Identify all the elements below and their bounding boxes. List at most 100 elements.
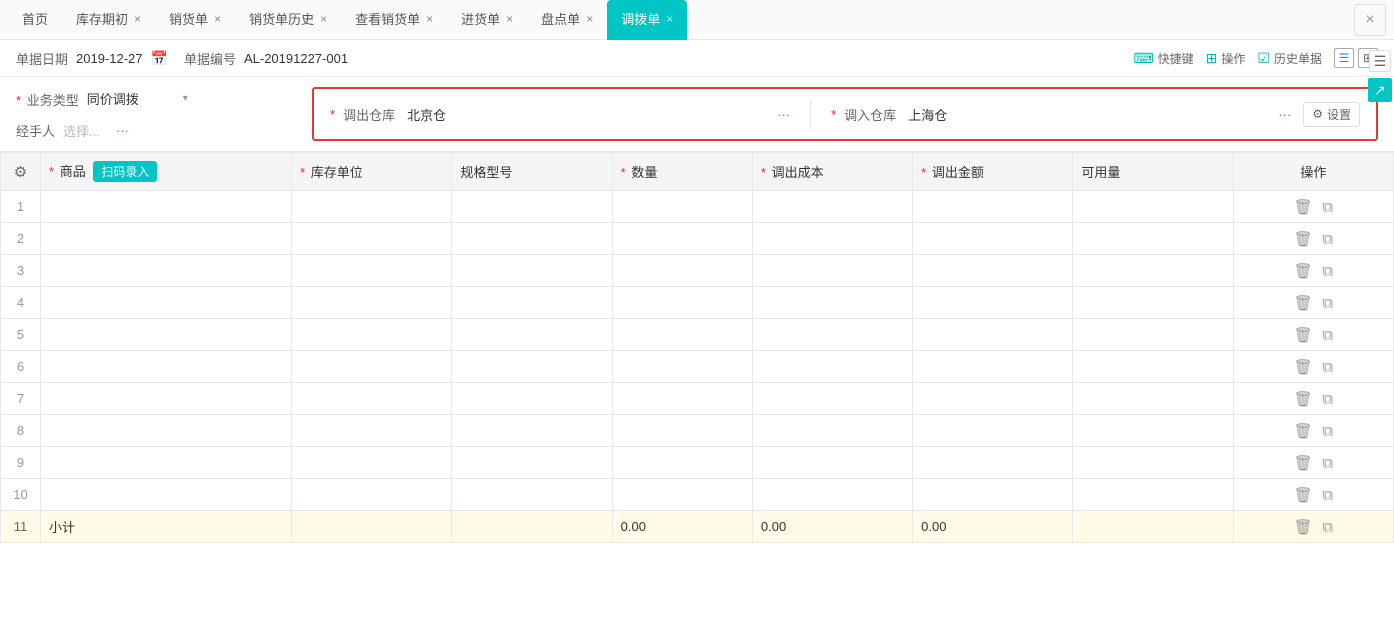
row-spec[interactable] <box>452 415 612 447</box>
close-tab-sales-history[interactable]: × <box>320 12 327 26</box>
row-amount[interactable] <box>913 223 1073 255</box>
row-delete-btn[interactable]: 🗑 <box>1294 423 1313 440</box>
row-delete-btn[interactable]: 🗑 <box>1294 199 1313 216</box>
row-copy-btn[interactable]: ⧉ <box>1322 199 1333 216</box>
row-unit[interactable] <box>292 223 452 255</box>
row-delete-btn[interactable]: 🗑 <box>1294 359 1313 376</box>
settings-button[interactable]: ⚙ 设置 <box>1303 102 1360 127</box>
tab-home[interactable]: 首页 <box>8 0 62 40</box>
row-unit[interactable] <box>292 319 452 351</box>
row-amount[interactable] <box>913 351 1073 383</box>
person-more[interactable]: ··· <box>116 123 129 138</box>
row-cost[interactable] <box>752 351 912 383</box>
row-unit[interactable] <box>292 447 452 479</box>
row-spec[interactable] <box>452 479 612 511</box>
row-product[interactable] <box>41 351 292 383</box>
scan-button[interactable]: 扫码录入 <box>93 161 157 182</box>
row-unit[interactable] <box>292 415 452 447</box>
row-delete-btn[interactable]: 🗑 <box>1294 519 1313 536</box>
sidebar-list-btn[interactable]: ☰ <box>1369 50 1391 72</box>
row-cost[interactable] <box>752 191 912 223</box>
close-tab-inventory-init[interactable]: × <box>134 12 141 26</box>
tab-sales-order[interactable]: 销货单 × <box>155 0 235 40</box>
close-tab-sales-order[interactable]: × <box>214 12 221 26</box>
row-product[interactable] <box>41 223 292 255</box>
row-delete-btn[interactable]: 🗑 <box>1294 455 1313 472</box>
row-cost[interactable] <box>752 415 912 447</box>
row-cost[interactable] <box>752 479 912 511</box>
row-copy-btn[interactable]: ⧉ <box>1322 391 1333 408</box>
sidebar-external-btn[interactable]: ↗ <box>1368 78 1392 102</box>
close-tab-view-sales[interactable]: × <box>426 12 433 26</box>
row-delete-btn[interactable]: 🗑 <box>1294 263 1313 280</box>
row-product[interactable] <box>41 479 292 511</box>
row-cost[interactable] <box>752 447 912 479</box>
row-delete-btn[interactable]: 🗑 <box>1294 391 1313 408</box>
row-amount[interactable] <box>913 287 1073 319</box>
row-spec[interactable] <box>452 191 612 223</box>
row-spec[interactable] <box>452 447 612 479</box>
row-product[interactable] <box>41 447 292 479</box>
row-product[interactable] <box>41 415 292 447</box>
warehouse-in-more[interactable]: ··· <box>1278 107 1291 122</box>
row-spec[interactable] <box>452 319 612 351</box>
calendar-icon[interactable]: 📅 <box>151 50 168 67</box>
tab-inventory-init[interactable]: 库存期初 × <box>62 0 155 40</box>
row-copy-btn[interactable]: ⧉ <box>1322 359 1333 376</box>
row-cost[interactable] <box>752 319 912 351</box>
row-delete-btn[interactable]: 🗑 <box>1294 327 1313 344</box>
row-amount[interactable] <box>913 415 1073 447</box>
global-close-button[interactable]: × <box>1354 4 1386 36</box>
row-qty[interactable] <box>612 383 752 415</box>
row-qty[interactable] <box>612 319 752 351</box>
row-product[interactable] <box>41 383 292 415</box>
row-spec[interactable] <box>452 223 612 255</box>
row-unit[interactable] <box>292 191 452 223</box>
close-tab-transfer-order[interactable]: × <box>666 12 673 26</box>
row-spec[interactable] <box>452 255 612 287</box>
tab-inventory-check[interactable]: 盘点单 × <box>527 0 607 40</box>
row-copy-btn[interactable]: ⧉ <box>1322 327 1333 344</box>
person-select[interactable]: 选择... <box>63 121 100 140</box>
row-copy-btn[interactable]: ⧉ <box>1322 455 1333 472</box>
close-tab-purchase-order[interactable]: × <box>506 12 513 26</box>
row-copy-btn[interactable]: ⧉ <box>1322 487 1333 504</box>
tab-transfer-order[interactable]: 调拨单 × <box>607 0 687 40</box>
row-copy-btn[interactable]: ⧉ <box>1322 231 1333 248</box>
row-product[interactable] <box>41 287 292 319</box>
layout-list-btn[interactable]: ☰ <box>1334 48 1354 68</box>
row-unit[interactable] <box>292 351 452 383</box>
row-product[interactable] <box>41 319 292 351</box>
row-unit[interactable] <box>292 383 452 415</box>
row-amount[interactable] <box>913 447 1073 479</box>
operations-button[interactable]: ⊞ 操作 <box>1206 50 1246 67</box>
row-amount[interactable] <box>913 383 1073 415</box>
row-copy-btn[interactable]: ⧉ <box>1322 263 1333 280</box>
row-qty[interactable] <box>612 191 752 223</box>
row-copy-btn[interactable]: ⧉ <box>1322 295 1333 312</box>
row-copy-btn[interactable]: ⧉ <box>1322 519 1333 536</box>
row-cost[interactable] <box>752 255 912 287</box>
row-qty[interactable] <box>612 415 752 447</box>
history-button[interactable]: ☑ 历史单据 <box>1257 50 1322 67</box>
row-spec[interactable] <box>452 287 612 319</box>
row-qty[interactable] <box>612 223 752 255</box>
tab-sales-history[interactable]: 销货单历史 × <box>235 0 341 40</box>
row-amount[interactable] <box>913 479 1073 511</box>
row-delete-btn[interactable]: 🗑 <box>1294 231 1313 248</box>
th-setting[interactable]: ⚙ <box>1 153 41 191</box>
row-delete-btn[interactable]: 🗑 <box>1294 295 1313 312</box>
row-amount[interactable] <box>913 191 1073 223</box>
tab-purchase-order[interactable]: 进货单 × <box>447 0 527 40</box>
biz-type-select[interactable]: 同价调拨 ▾ <box>87 87 188 111</box>
tab-view-sales[interactable]: 查看销货单 × <box>341 0 447 40</box>
row-unit[interactable] <box>292 479 452 511</box>
row-cost[interactable] <box>752 223 912 255</box>
row-qty[interactable] <box>612 479 752 511</box>
row-cost[interactable] <box>752 287 912 319</box>
row-qty[interactable] <box>612 287 752 319</box>
row-copy-btn[interactable]: ⧉ <box>1322 423 1333 440</box>
row-product[interactable] <box>41 191 292 223</box>
row-spec[interactable] <box>452 383 612 415</box>
row-unit[interactable] <box>292 255 452 287</box>
